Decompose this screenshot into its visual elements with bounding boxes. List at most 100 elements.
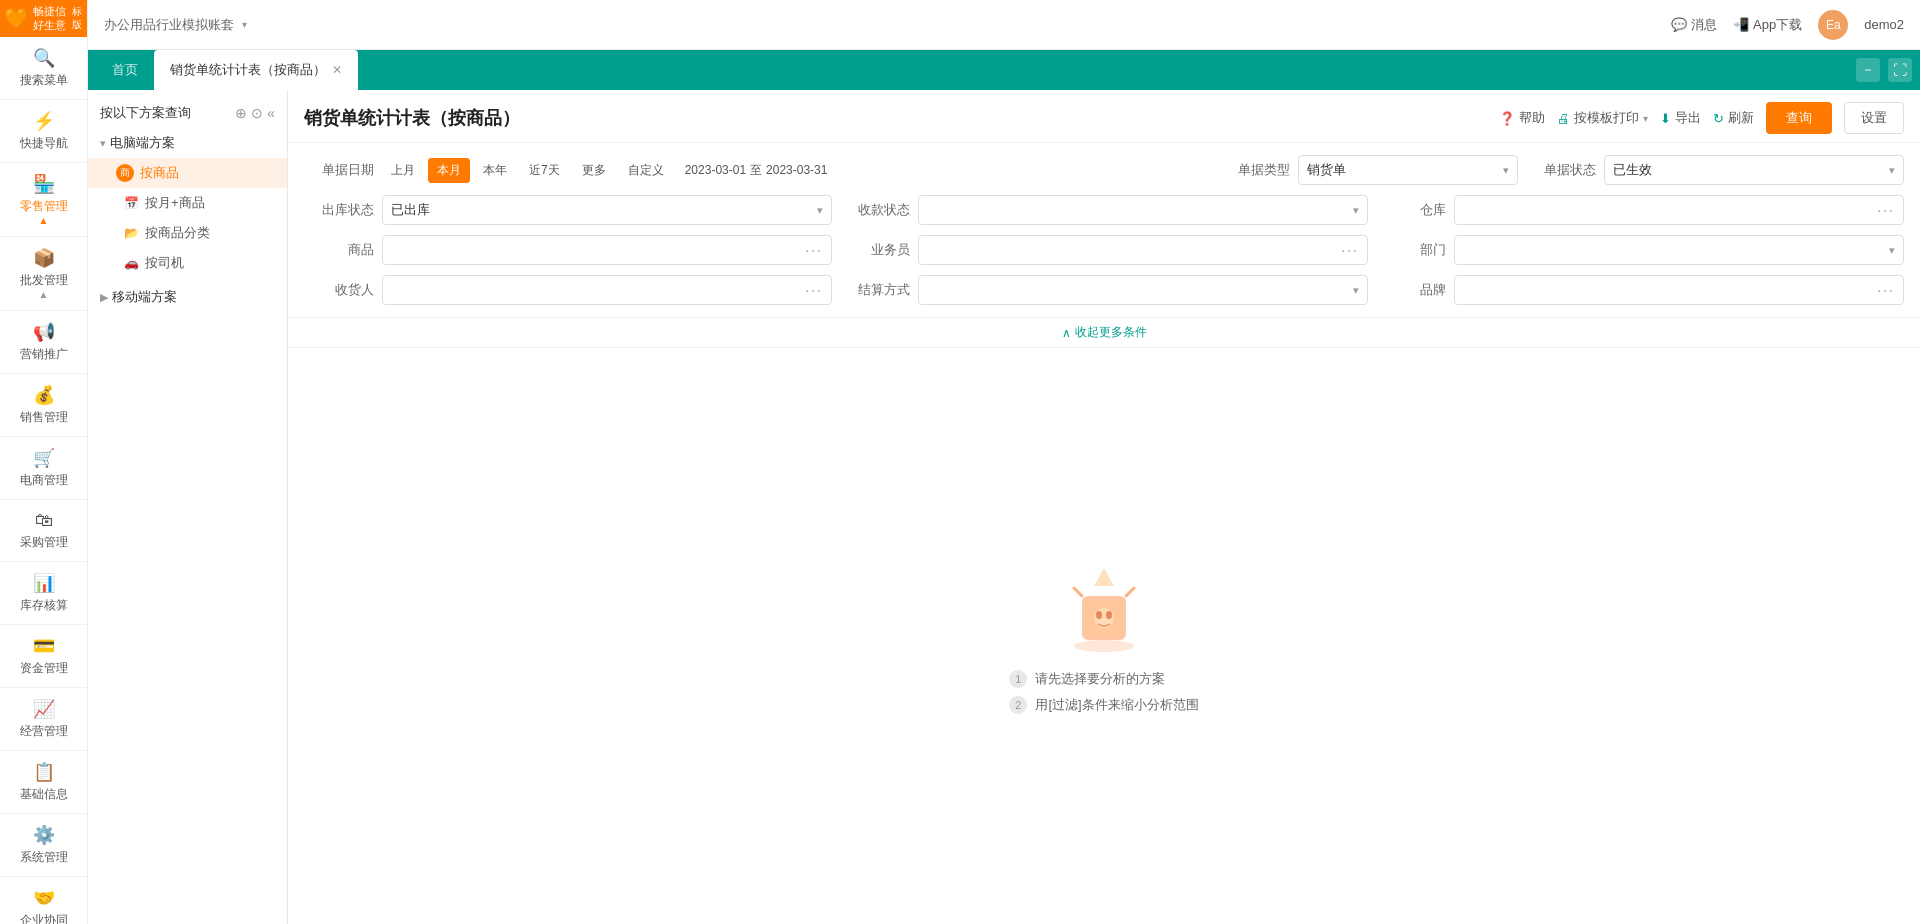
edit-plan-icon[interactable]: ⊙ bbox=[251, 105, 263, 121]
query-button[interactable]: 查询 bbox=[1766, 102, 1832, 134]
breadcrumb-dropdown-icon[interactable]: ▾ bbox=[242, 19, 247, 30]
sidebar: 🧡 畅捷信好生意 标版 🔍 搜索菜单 ⚡ 快捷导航 🏪 零售管理 ▲ 📦 批发管… bbox=[0, 0, 88, 924]
operation-icon: 📈 bbox=[33, 698, 55, 720]
top-header: 办公用品行业模拟账套 ▾ 💬 消息 📲 App下载 Ea demo2 bbox=[88, 0, 1920, 50]
tab-close-icon[interactable]: ✕ bbox=[332, 63, 342, 77]
sidebar-item-retail[interactable]: 🏪 零售管理 ▲ bbox=[0, 163, 87, 237]
sidebar-item-inventory[interactable]: 📊 库存核算 bbox=[0, 562, 87, 625]
page-header: 销货单统计计表（按商品） ❓ 帮助 🖨 按模板打印 ▾ ⬇ 导出 bbox=[288, 90, 1920, 143]
sidebar-item-ecommerce[interactable]: 🛒 电商管理 bbox=[0, 437, 87, 500]
export-btn[interactable]: ⬇ 导出 bbox=[1660, 109, 1701, 127]
refresh-btn[interactable]: ↻ 刷新 bbox=[1713, 109, 1754, 127]
doc-type-select[interactable]: 销货单 ▾ bbox=[1298, 155, 1518, 185]
goods-input[interactable]: ··· bbox=[382, 235, 832, 265]
svg-point-4 bbox=[1096, 611, 1102, 619]
date-btn-more[interactable]: 更多 bbox=[573, 158, 615, 183]
plan-subitem-driver[interactable]: 🚗 按司机 bbox=[88, 248, 287, 278]
sidebar-item-quicknav[interactable]: ⚡ 快捷导航 bbox=[0, 100, 87, 163]
plan-subitem-goods-category[interactable]: 📂 按商品分类 bbox=[88, 218, 287, 248]
date-btn-thisyear[interactable]: 本年 bbox=[474, 158, 516, 183]
sidebar-item-sales[interactable]: 💰 销售管理 bbox=[0, 374, 87, 437]
doc-status-label: 单据状态 bbox=[1526, 161, 1596, 179]
svg-line-6 bbox=[1074, 588, 1082, 596]
dept-select[interactable]: ▾ bbox=[1454, 235, 1904, 265]
subitem-icon-month: 📅 bbox=[124, 196, 139, 210]
sidebar-logo: 🧡 畅捷信好生意 标版 bbox=[0, 0, 87, 37]
desktop-group-header[interactable]: ▾ 电脑端方案 bbox=[88, 128, 287, 158]
filter-row-1: 单据日期 上月 本月 本年 近7天 更多 自定义 2023-03-01 至 20… bbox=[304, 155, 1904, 185]
refresh-icon: ↻ bbox=[1713, 111, 1724, 126]
svg-point-0 bbox=[1074, 640, 1134, 652]
sidebar-item-operation[interactable]: 📈 经营管理 bbox=[0, 688, 87, 751]
tab-sales-stats[interactable]: 销货单统计计表（按商品） ✕ bbox=[154, 50, 358, 90]
page-actions: ❓ 帮助 🖨 按模板打印 ▾ ⬇ 导出 ↻ 刷新 bbox=[1499, 102, 1904, 134]
settings-button[interactable]: 设置 bbox=[1844, 102, 1904, 134]
sidebar-item-finance[interactable]: 💳 资金管理 bbox=[0, 625, 87, 688]
tab-maximize-btn[interactable]: ⛶ bbox=[1888, 58, 1912, 82]
out-status-label: 出库状态 bbox=[304, 201, 374, 219]
collapse-bar[interactable]: ∧ 收起更多条件 bbox=[288, 318, 1920, 348]
svg-line-7 bbox=[1126, 588, 1134, 596]
tab-minimize-btn[interactable]: － bbox=[1856, 58, 1880, 82]
plan-subitem-month-goods[interactable]: 📅 按月+商品 bbox=[88, 188, 287, 218]
brand-input[interactable]: ··· bbox=[1454, 275, 1904, 305]
date-btn-7days[interactable]: 近7天 bbox=[520, 158, 569, 183]
content-area: 按以下方案查询 ⊕ ⊙ « ▾ 电脑端方案 商 按商品 📅 按 bbox=[88, 90, 1920, 924]
retail-icon: 🏪 bbox=[33, 173, 55, 195]
add-plan-icon[interactable]: ⊕ bbox=[235, 105, 247, 121]
quicknav-icon: ⚡ bbox=[33, 110, 55, 132]
date-btn-lastmonth[interactable]: 上月 bbox=[382, 158, 424, 183]
date-input-range: 2023-03-01 至 2023-03-31 bbox=[685, 162, 828, 179]
message-btn[interactable]: 💬 消息 bbox=[1671, 16, 1717, 34]
help-icon: ❓ bbox=[1499, 111, 1515, 126]
doc-status-select[interactable]: 已生效 ▾ bbox=[1604, 155, 1904, 185]
filter-area: 单据日期 上月 本月 本年 近7天 更多 自定义 2023-03-01 至 20… bbox=[288, 143, 1920, 318]
settle-select[interactable]: ▾ bbox=[918, 275, 1368, 305]
date-to: 2023-03-31 bbox=[766, 163, 827, 177]
help-btn[interactable]: ❓ 帮助 bbox=[1499, 109, 1545, 127]
collapse-icon: ∧ bbox=[1062, 326, 1071, 340]
enterprise-icon: 🤝 bbox=[33, 887, 55, 909]
left-panel: 按以下方案查询 ⊕ ⊙ « ▾ 电脑端方案 商 按商品 📅 按 bbox=[88, 90, 288, 924]
main-area: 办公用品行业模拟账套 ▾ 💬 消息 📲 App下载 Ea demo2 首页 销货… bbox=[88, 0, 1920, 924]
salesman-input[interactable]: ··· bbox=[918, 235, 1368, 265]
print-btn[interactable]: 🖨 按模板打印 ▾ bbox=[1557, 109, 1648, 127]
goods-label: 商品 bbox=[304, 241, 374, 259]
recv-status-arrow-icon: ▾ bbox=[1353, 204, 1359, 217]
empty-step-1: 1 请先选择要分析的方案 bbox=[1009, 670, 1198, 688]
sidebar-item-marketing[interactable]: 📢 营销推广 bbox=[0, 311, 87, 374]
empty-text: 1 请先选择要分析的方案 2 用[过滤]条件来缩小分析范围 bbox=[1009, 670, 1198, 714]
sidebar-item-wholesale[interactable]: 📦 批发管理 ▲ bbox=[0, 237, 87, 311]
doc-status-value: 已生效 bbox=[1613, 161, 1652, 179]
wholesale-icon: 📦 bbox=[33, 247, 55, 269]
sidebar-item-purchase[interactable]: 🛍 采购管理 bbox=[0, 500, 87, 562]
mobile-group-header[interactable]: ▶ 移动端方案 bbox=[88, 282, 287, 312]
system-icon: ⚙️ bbox=[33, 824, 55, 846]
sidebar-item-system[interactable]: ⚙️ 系统管理 bbox=[0, 814, 87, 877]
sidebar-item-search[interactable]: 🔍 搜索菜单 bbox=[0, 37, 87, 100]
page-title: 销货单统计计表（按商品） bbox=[304, 106, 520, 130]
date-from: 2023-03-01 bbox=[685, 163, 746, 177]
app-download-btn[interactable]: 📲 App下载 bbox=[1733, 16, 1802, 34]
plan-item-by-goods[interactable]: 商 按商品 bbox=[88, 158, 287, 188]
tab-home[interactable]: 首页 bbox=[96, 50, 154, 90]
sidebar-item-enterprise[interactable]: 🤝 企业协同 bbox=[0, 877, 87, 924]
basic-icon: 📋 bbox=[33, 761, 55, 783]
avatar[interactable]: Ea bbox=[1818, 10, 1848, 40]
warehouse-input[interactable]: ··· bbox=[1454, 195, 1904, 225]
consignee-input[interactable]: ··· bbox=[382, 275, 832, 305]
breadcrumb-text: 办公用品行业模拟账套 bbox=[104, 16, 234, 34]
date-btn-custom[interactable]: 自定义 bbox=[619, 158, 673, 183]
recv-status-select[interactable]: ▾ bbox=[918, 195, 1368, 225]
sidebar-item-basic[interactable]: 📋 基础信息 bbox=[0, 751, 87, 814]
doc-type-value: 销货单 bbox=[1307, 161, 1346, 179]
tab-bar: 首页 销货单统计计表（按商品） ✕ － ⛶ bbox=[88, 50, 1920, 90]
date-btn-thismonth[interactable]: 本月 bbox=[428, 158, 470, 183]
right-panel: 销货单统计计表（按商品） ❓ 帮助 🖨 按模板打印 ▾ ⬇ 导出 bbox=[288, 90, 1920, 924]
step-num-2: 2 bbox=[1009, 696, 1027, 714]
out-status-select[interactable]: 已出库 ▾ bbox=[382, 195, 832, 225]
salesman-label: 业务员 bbox=[840, 241, 910, 259]
collapse-panel-icon[interactable]: « bbox=[267, 105, 275, 121]
dept-label: 部门 bbox=[1376, 241, 1446, 259]
brand-label: 品牌 bbox=[1376, 281, 1446, 299]
